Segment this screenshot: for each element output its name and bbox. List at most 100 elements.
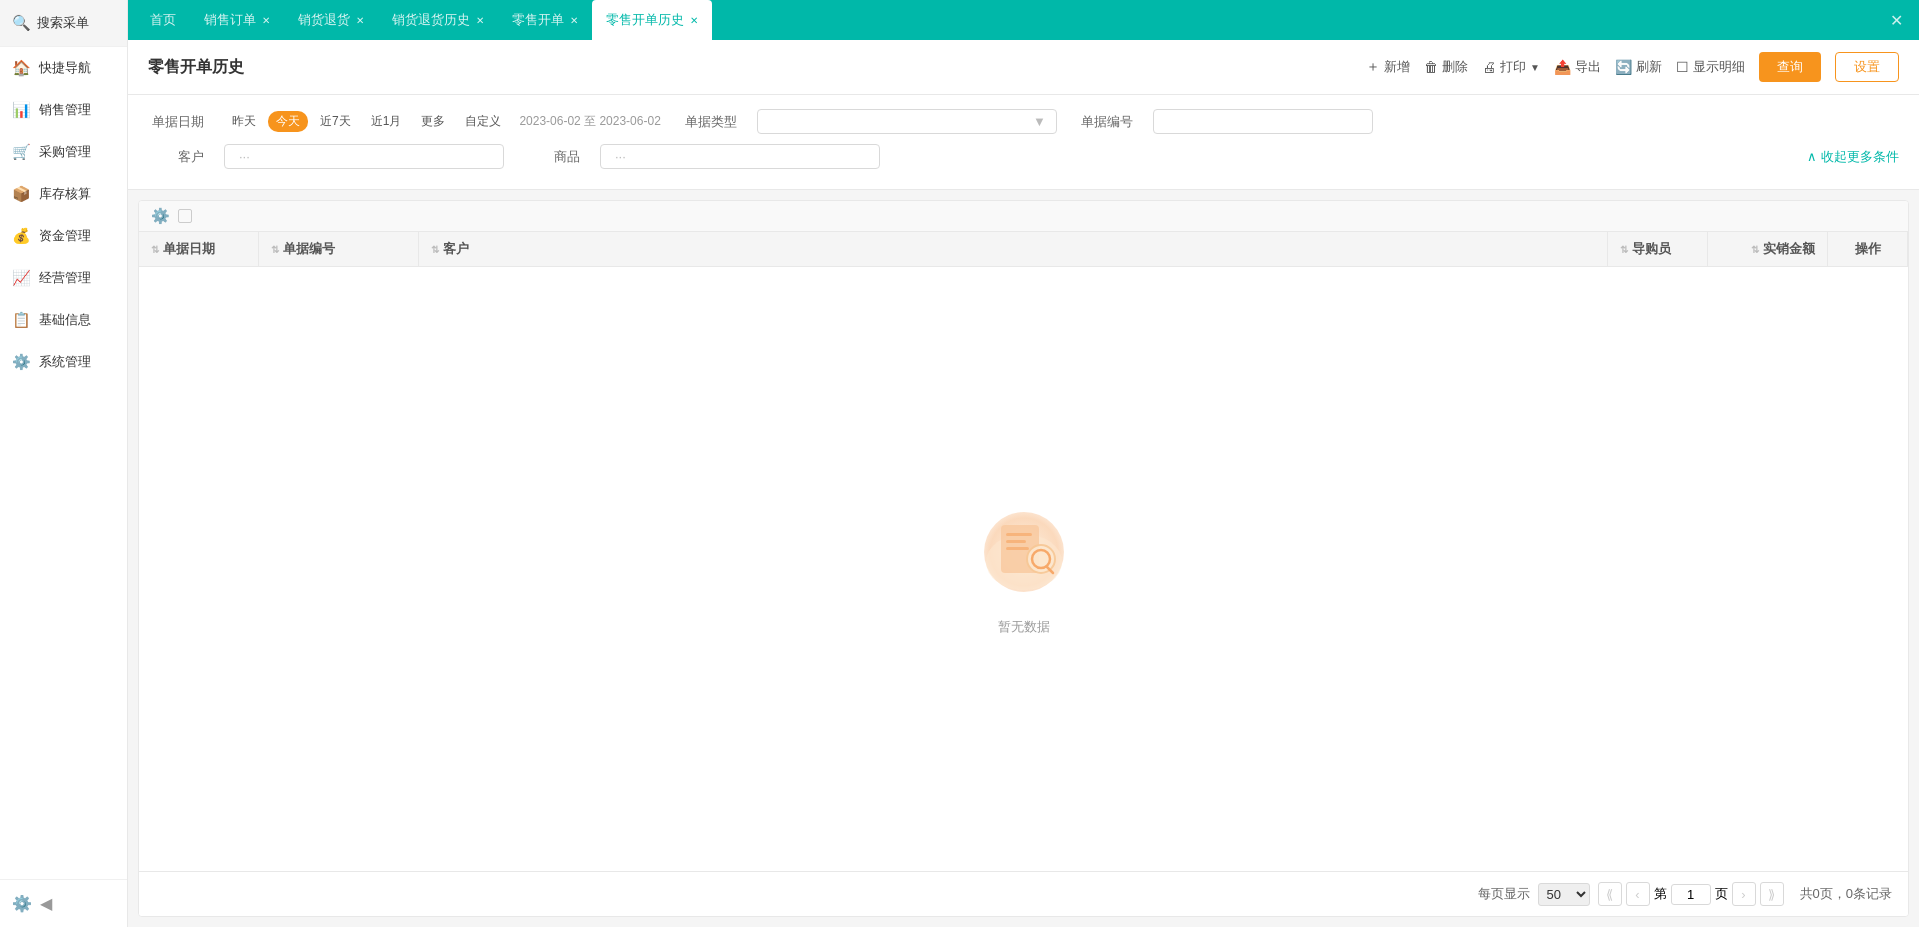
- sidebar-item-label: 快捷导航: [39, 59, 91, 77]
- th-bill-no[interactable]: ⇅ 单据编号: [259, 232, 419, 266]
- bill-no-label: 单据编号: [1077, 113, 1133, 131]
- prev-page-btn[interactable]: ‹: [1626, 882, 1650, 906]
- filter-area: 单据日期 昨天 今天 近7天 近1月 更多 自定义 2023-06-02 至 2…: [128, 95, 1919, 190]
- sidebar-item-purchase-mgmt[interactable]: 🛒 采购管理: [0, 131, 127, 173]
- settings-bottom-icon[interactable]: ⚙️: [12, 894, 32, 913]
- last-page-btn[interactable]: ⟫: [1760, 882, 1784, 906]
- date-range-display: 2023-06-02 至 2023-06-02: [519, 113, 660, 130]
- date-1month-btn[interactable]: 近1月: [363, 111, 410, 132]
- total-info: 共0页，0条记录: [1800, 885, 1892, 903]
- tab-sales-return-close[interactable]: ✕: [356, 15, 364, 26]
- doc-icon: 📋: [12, 311, 31, 329]
- customer-select[interactable]: ···: [224, 144, 504, 169]
- home-icon: 🏠: [12, 59, 31, 77]
- date-today-btn[interactable]: 今天: [268, 111, 308, 132]
- bill-type-label: 单据类型: [681, 113, 737, 131]
- first-page-btn[interactable]: ⟪: [1598, 882, 1622, 906]
- next-page-btn[interactable]: ›: [1732, 882, 1756, 906]
- setting-button[interactable]: 设置: [1835, 52, 1899, 82]
- sidebar-item-quick-nav[interactable]: 🏠 快捷导航: [0, 47, 127, 89]
- query-button[interactable]: 查询: [1759, 52, 1821, 82]
- sidebar-search[interactable]: 🔍 搜索采单: [0, 0, 127, 47]
- date-7days-btn[interactable]: 近7天: [312, 111, 359, 132]
- goods-select[interactable]: ···: [600, 144, 880, 169]
- bill-type-select[interactable]: ▼: [757, 109, 1057, 134]
- date-buttons: 昨天 今天 近7天 近1月 更多 自定义 2023-06-02 至 2023-0…: [224, 111, 661, 132]
- tab-sales-order-close[interactable]: ✕: [262, 15, 270, 26]
- tab-sales-return[interactable]: 销货退货 ✕: [284, 0, 378, 40]
- print-button[interactable]: 🖨 打印 ▼: [1482, 58, 1540, 76]
- date-custom-btn[interactable]: 自定义: [457, 111, 509, 132]
- th-date[interactable]: ⇅ 单据日期: [139, 232, 259, 266]
- th-salesperson[interactable]: ⇅ 导购员: [1608, 232, 1708, 266]
- cart-icon: 🛒: [12, 143, 31, 161]
- table-settings-icon[interactable]: ⚙️: [151, 207, 170, 225]
- bill-no-input[interactable]: [1153, 109, 1373, 134]
- tab-sales-return-history-close[interactable]: ✕: [476, 15, 484, 26]
- tab-sales-order[interactable]: 销售订单 ✕: [190, 0, 284, 40]
- customer-filter-label: 客户: [148, 148, 204, 166]
- date-more-btn[interactable]: 更多: [413, 111, 453, 132]
- tab-sales-return-history[interactable]: 销货退货历史 ✕: [378, 0, 498, 40]
- collapse-more-btn[interactable]: ∧ 收起更多条件: [1807, 148, 1899, 166]
- sidebar-item-sys-mgmt[interactable]: ⚙️ 系统管理: [0, 341, 127, 383]
- select-all-checkbox[interactable]: [178, 209, 192, 223]
- export-label: 导出: [1575, 58, 1601, 76]
- page-number-input[interactable]: [1671, 884, 1711, 905]
- tab-bar: 首页 销售订单 ✕ 销货退货 ✕ 销货退货历史 ✕ 零售开单 ✕ 零售开单历史 …: [128, 0, 1919, 40]
- collapse-arrow-icon: ∧: [1807, 149, 1817, 164]
- sort-icon-bill-no: ⇅: [271, 244, 279, 255]
- tab-sales-return-label: 销货退货: [298, 11, 350, 29]
- th-bill-no-label: 单据编号: [283, 240, 335, 258]
- gear-icon: ⚙️: [12, 353, 31, 371]
- sidebar-item-label: 资金管理: [39, 227, 91, 245]
- tab-bar-right: ✕: [1890, 11, 1911, 30]
- sidebar-item-inventory[interactable]: 📦 库存核算: [0, 173, 127, 215]
- sidebar-item-label: 销售管理: [39, 101, 91, 119]
- customer-dots: ···: [239, 149, 250, 164]
- page-header: 零售开单历史 ＋ 新增 🗑 删除 🖨 打印 ▼ 📤 导出 🔄 刷新: [128, 40, 1919, 95]
- th-amount-label: 实销金额: [1763, 240, 1815, 258]
- table-header: ⇅ 单据日期 ⇅ 单据编号 ⇅ 客户 ⇅ 导购员 ⇅ 实销金额 操作: [139, 232, 1908, 267]
- export-button[interactable]: 📤 导出: [1554, 58, 1601, 76]
- tab-home-label: 首页: [150, 11, 176, 29]
- refresh-button[interactable]: 🔄 刷新: [1615, 58, 1662, 76]
- th-ops-label: 操作: [1855, 240, 1881, 258]
- add-icon: ＋: [1366, 58, 1380, 76]
- window-close-button[interactable]: ✕: [1890, 11, 1903, 30]
- th-customer[interactable]: ⇅ 客户: [419, 232, 1608, 266]
- sidebar-item-sales-mgmt[interactable]: 📊 销售管理: [0, 89, 127, 131]
- sidebar-item-base-info[interactable]: 📋 基础信息: [0, 299, 127, 341]
- svg-rect-2: [1006, 533, 1032, 536]
- tab-retail-open-history-close[interactable]: ✕: [690, 15, 698, 26]
- tab-retail-open[interactable]: 零售开单 ✕: [498, 0, 592, 40]
- date-yesterday-btn[interactable]: 昨天: [224, 111, 264, 132]
- chart-icon: 📊: [12, 101, 31, 119]
- tab-retail-open-history[interactable]: 零售开单历史 ✕: [592, 0, 712, 40]
- sidebar: 🔍 搜索采单 🏠 快捷导航 📊 销售管理 🛒 采购管理 📦 库存核算 💰 资金管…: [0, 0, 128, 927]
- box-icon: 📦: [12, 185, 31, 203]
- display-detail-toggle[interactable]: ☐ 显示明细: [1676, 58, 1745, 76]
- tab-home[interactable]: 首页: [136, 0, 190, 40]
- sidebar-bottom: ⚙️ ◀: [0, 879, 127, 927]
- th-ops: 操作: [1828, 232, 1908, 266]
- goods-filter-label: 商品: [524, 148, 580, 166]
- page-title: 零售开单历史: [148, 57, 244, 78]
- tab-retail-open-close[interactable]: ✕: [570, 15, 578, 26]
- svg-rect-4: [1006, 547, 1029, 550]
- add-button[interactable]: ＋ 新增: [1366, 58, 1410, 76]
- print-label: 打印: [1500, 58, 1526, 76]
- sidebar-item-label: 经营管理: [39, 269, 91, 287]
- header-actions: ＋ 新增 🗑 删除 🖨 打印 ▼ 📤 导出 🔄 刷新 ☐ 显: [1366, 52, 1899, 82]
- refresh-label: 刷新: [1636, 58, 1662, 76]
- print-chevron-icon: ▼: [1530, 62, 1540, 73]
- collapse-sidebar-icon[interactable]: ◀: [40, 894, 52, 913]
- export-icon: 📤: [1554, 59, 1571, 75]
- search-icon: 🔍: [12, 14, 31, 32]
- delete-button[interactable]: 🗑 删除: [1424, 58, 1468, 76]
- per-page-select[interactable]: 50 20 100: [1538, 883, 1590, 906]
- sidebar-item-finance[interactable]: 💰 资金管理: [0, 215, 127, 257]
- delete-icon: 🗑: [1424, 59, 1438, 75]
- sidebar-item-ops-mgmt[interactable]: 📈 经营管理: [0, 257, 127, 299]
- th-amount[interactable]: ⇅ 实销金额: [1708, 232, 1828, 266]
